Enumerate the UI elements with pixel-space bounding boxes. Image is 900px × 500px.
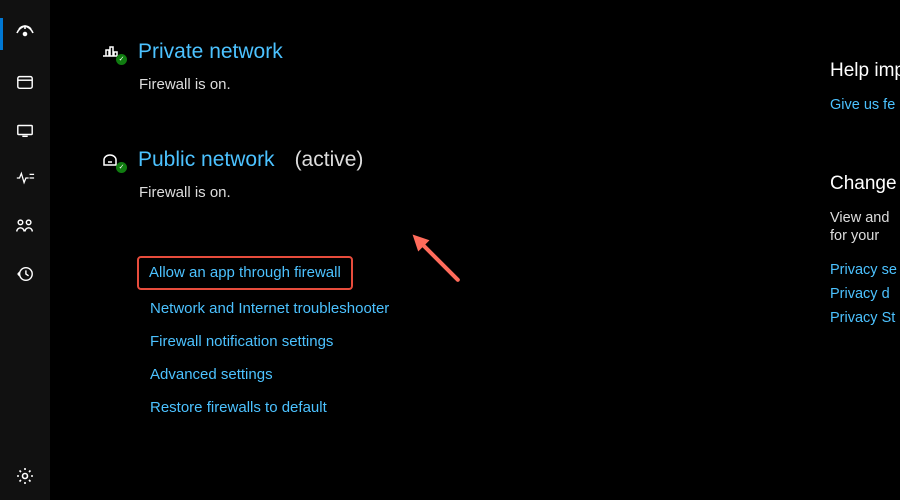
advanced-settings-link[interactable]: Advanced settings xyxy=(150,358,820,391)
public-network-active-label: (active) xyxy=(295,148,364,172)
nav-firewall-icon[interactable] xyxy=(0,10,50,58)
main-content: Private network Firewall is on. Public n… xyxy=(50,0,820,500)
public-network-section: Public network (active) Firewall is on. xyxy=(100,148,820,201)
nav-app-browser-icon[interactable] xyxy=(0,58,50,106)
private-network-icon xyxy=(100,42,124,62)
right-column: Help imp Give us fe Change y View and fo… xyxy=(830,0,900,500)
change-heading: Change y xyxy=(830,173,900,195)
troubleshooter-link[interactable]: Network and Internet troubleshooter xyxy=(150,292,820,325)
allow-app-link[interactable]: Allow an app through firewall xyxy=(149,264,341,281)
notification-settings-link[interactable]: Firewall notification settings xyxy=(150,325,820,358)
privacy-statement-link[interactable]: Privacy St xyxy=(830,310,900,326)
give-feedback-link[interactable]: Give us fe xyxy=(830,97,900,113)
private-network-section: Private network Firewall is on. xyxy=(100,40,820,93)
privacy-settings-link[interactable]: Privacy se xyxy=(830,262,900,278)
change-text: for your xyxy=(830,228,900,244)
nav-history-icon[interactable] xyxy=(0,250,50,298)
private-network-link[interactable]: Private network xyxy=(138,40,283,64)
public-network-status: Firewall is on. xyxy=(139,184,820,201)
public-network-icon xyxy=(100,150,124,170)
public-network-link[interactable]: Public network xyxy=(138,148,275,172)
firewall-links: Allow an app through firewall Network an… xyxy=(100,256,820,424)
restore-defaults-link[interactable]: Restore firewalls to default xyxy=(150,391,820,424)
nav-family-icon[interactable] xyxy=(0,202,50,250)
privacy-dashboard-link[interactable]: Privacy d xyxy=(830,286,900,302)
check-badge-icon xyxy=(116,162,127,173)
sidebar xyxy=(0,0,50,500)
nav-settings-icon[interactable] xyxy=(0,452,50,500)
check-badge-icon xyxy=(116,54,127,65)
change-text: View and xyxy=(830,210,900,226)
nav-performance-icon[interactable] xyxy=(0,154,50,202)
allow-app-highlight: Allow an app through firewall xyxy=(137,256,353,290)
help-heading: Help imp xyxy=(830,60,900,82)
nav-device-icon[interactable] xyxy=(0,106,50,154)
private-network-status: Firewall is on. xyxy=(139,76,820,93)
